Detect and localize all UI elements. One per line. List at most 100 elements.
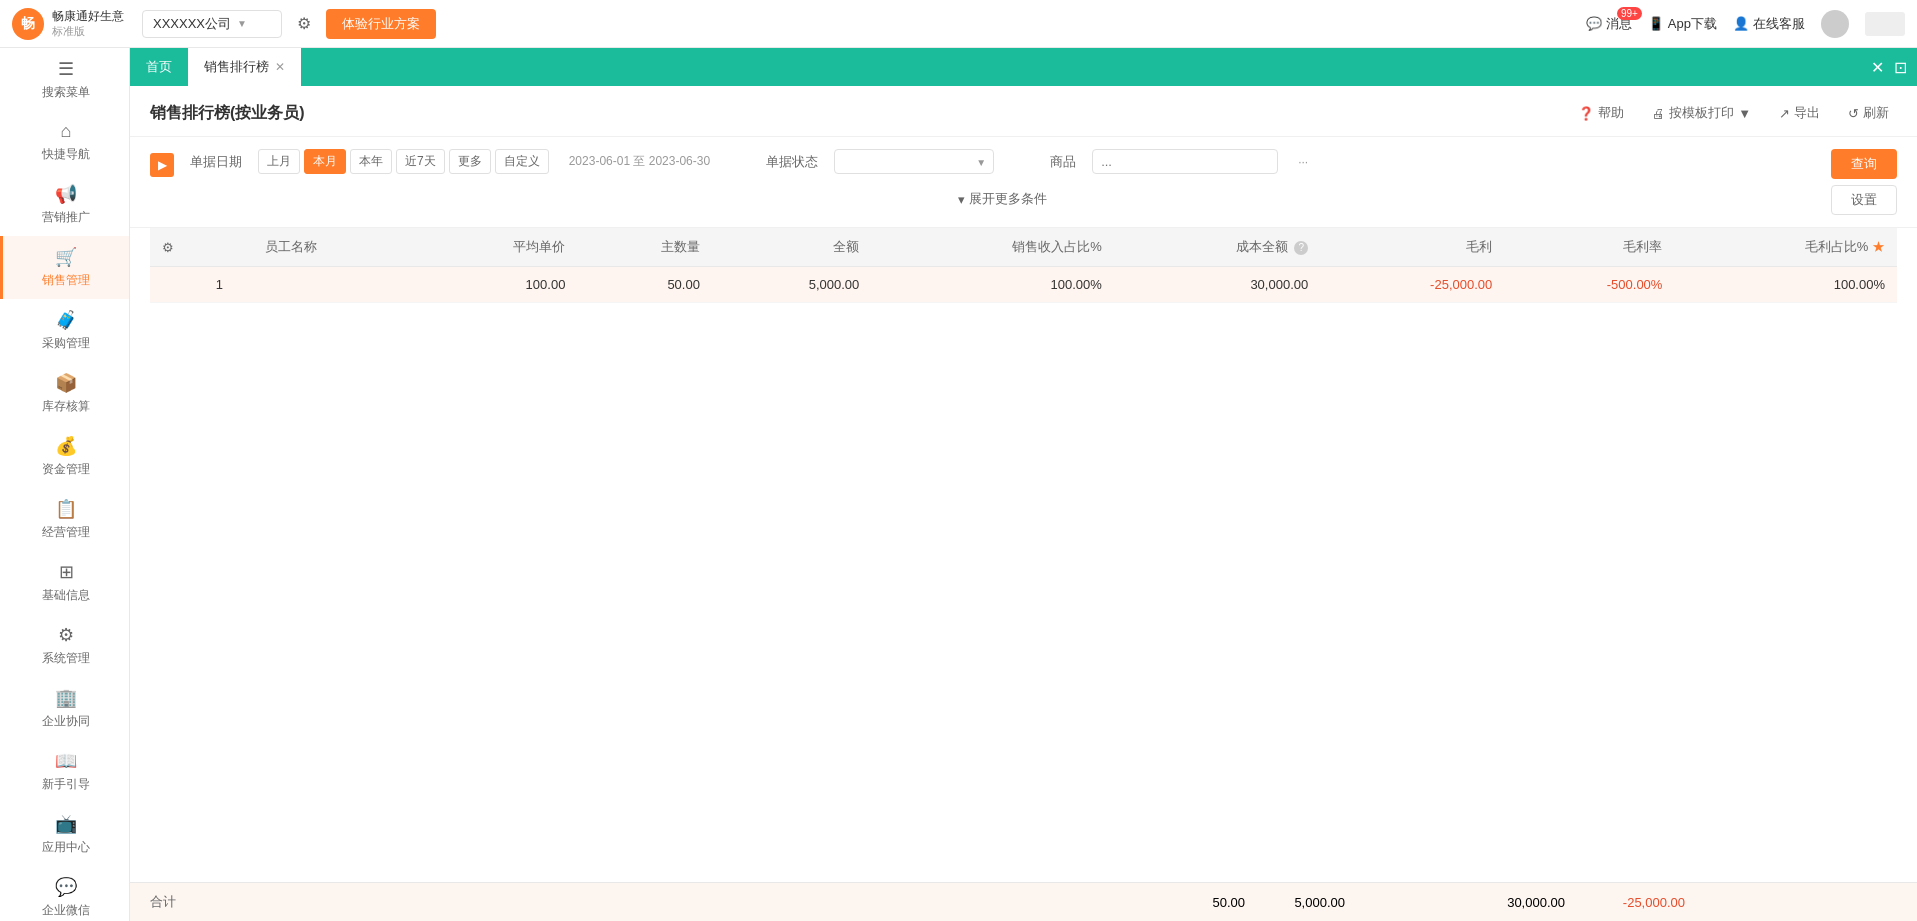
sidebar-item-search-order[interactable]: ☰ 搜索菜单 <box>0 48 129 111</box>
sidebar: ☰ 搜索菜单 ⌂ 快捷导航 📢 营销推广 🛒 销售管理 🧳 采购管理 📦 库存核… <box>0 48 130 921</box>
tab-maximize-button[interactable]: ⊡ <box>1894 58 1907 77</box>
row-profit-pct-cell: 100.00% <box>1674 267 1897 303</box>
sidebar-item-marketing[interactable]: 📢 营销推广 <box>0 173 129 236</box>
sidebar-item-wechat[interactable]: 💬 企业微信 <box>0 866 129 921</box>
app-download-button[interactable]: 📱 App下载 <box>1648 15 1717 33</box>
table-header-profit-rate: 毛利率 <box>1504 228 1674 267</box>
capital-icon: 💰 <box>55 435 77 457</box>
brand-logo: 畅 <box>12 8 44 40</box>
tab-sales-rank[interactable]: 销售排行榜 ✕ <box>188 48 301 86</box>
sidebar-item-inventory[interactable]: 📦 库存核算 <box>0 362 129 425</box>
service-icon: 👤 <box>1733 16 1749 31</box>
quick-nav-icon: ⌂ <box>61 121 72 142</box>
table-header-settings[interactable]: ⚙ <box>150 228 186 267</box>
current-year-btn[interactable]: 本年 <box>350 149 392 174</box>
help-button[interactable]: ❓ 帮助 <box>1570 100 1632 126</box>
row-employee-cell <box>253 267 415 303</box>
page-content: 销售排行榜(按业务员) ❓ 帮助 🖨 按模板打印 ▼ ↗ 导出 <box>130 86 1917 921</box>
table-header-profit-pct: 毛利占比% ★ <box>1674 228 1897 267</box>
messages-button[interactable]: 💬 消息 99+ <box>1586 15 1632 33</box>
row-settings-cell <box>150 267 186 303</box>
inventory-icon: 📦 <box>55 372 77 394</box>
table-footer: 合计 50.00 5,000.00 30,000.00 -25,000.00 <box>130 882 1917 921</box>
page-title: 销售排行榜(按业务员) <box>150 103 305 124</box>
sidebar-item-newbie[interactable]: 📖 新手引导 <box>0 740 129 803</box>
message-badge: 99+ <box>1617 7 1642 20</box>
enterprise-icon: 🏢 <box>55 687 77 709</box>
table-row: 1 100.00 50.00 5,000.00 100.00% 30,000.0… <box>150 267 1897 303</box>
filter-row-1: 单据日期 上月 本月 本年 近7天 更多 自定义 2023-06-01 至 20… <box>190 149 1815 174</box>
export-icon: ↗ <box>1779 106 1790 121</box>
tab-close-window-button[interactable]: ✕ <box>1871 58 1884 77</box>
sidebar-item-purchase[interactable]: 🧳 采购管理 <box>0 299 129 362</box>
sidebar-item-quick-nav[interactable]: ⌂ 快捷导航 <box>0 111 129 173</box>
row-profit-cell: -25,000.00 <box>1320 267 1504 303</box>
content-area: 首页 销售排行榜 ✕ ✕ ⊡ 销售排行榜(按业务员) ❓ 帮助 <box>130 48 1917 921</box>
industry-solution-button[interactable]: 体验行业方案 <box>326 9 436 39</box>
footer-cost: 30,000.00 <box>1457 895 1577 910</box>
filter-expand-icon[interactable]: ▶ <box>150 153 174 177</box>
tab-home[interactable]: 首页 <box>130 48 188 86</box>
sidebar-item-appcenter[interactable]: 📺 应用中心 <box>0 803 129 866</box>
sidebar-item-enterprise[interactable]: 🏢 企业协同 <box>0 677 129 740</box>
operation-icon: 📋 <box>55 498 77 520</box>
page-actions: ❓ 帮助 🖨 按模板打印 ▼ ↗ 导出 ↺ 刷新 <box>1570 100 1897 126</box>
search-order-icon: ☰ <box>58 58 74 80</box>
expand-more-row: ▾ 展开更多条件 <box>190 182 1815 208</box>
table-header-profit: 毛利 <box>1320 228 1504 267</box>
company-selector[interactable]: XXXXXX公司 ▼ <box>142 10 282 38</box>
sidebar-item-basic[interactable]: ⊞ 基础信息 <box>0 551 129 614</box>
current-month-btn[interactable]: 本月 <box>304 149 346 174</box>
row-sales-pct-cell: 100.00% <box>871 267 1114 303</box>
help-icon: ❓ <box>1578 106 1594 121</box>
export-button[interactable]: ↗ 导出 <box>1771 100 1828 126</box>
sidebar-item-capital[interactable]: 💰 资金管理 <box>0 425 129 488</box>
more-date-btn[interactable]: 更多 <box>449 149 491 174</box>
goods-input[interactable] <box>1092 149 1278 174</box>
online-service-button[interactable]: 👤 在线客服 <box>1733 15 1805 33</box>
sidebar-item-operation[interactable]: 📋 经营管理 <box>0 488 129 551</box>
template-print-button[interactable]: 🖨 按模板打印 ▼ <box>1644 100 1759 126</box>
row-rank-cell: 1 <box>186 267 253 303</box>
expand-more-button[interactable]: ▾ 展开更多条件 <box>958 190 1047 208</box>
table-header-avg-price: 平均单价 <box>415 228 577 267</box>
print-dropdown-icon: ▼ <box>1738 106 1751 121</box>
company-dropdown-arrow: ▼ <box>237 18 247 29</box>
page-header: 销售排行榜(按业务员) ❓ 帮助 🖨 按模板打印 ▼ ↗ 导出 <box>130 86 1917 137</box>
cost-help-icon[interactable]: ? <box>1294 241 1308 255</box>
last-month-btn[interactable]: 上月 <box>258 149 300 174</box>
tab-bar: 首页 销售排行榜 ✕ ✕ ⊡ <box>130 48 1917 86</box>
basic-icon: ⊞ <box>59 561 74 583</box>
refresh-button[interactable]: ↺ 刷新 <box>1840 100 1897 126</box>
sidebar-item-sales[interactable]: 🛒 销售管理 <box>0 236 129 299</box>
brand-text: 畅康通好生意 标准版 <box>52 9 124 39</box>
settings-icon-button[interactable]: ⚙ <box>290 10 318 38</box>
tab-bar-right: ✕ ⊡ <box>1871 58 1917 77</box>
user-avatar[interactable] <box>1821 10 1849 38</box>
last-7-days-btn[interactable]: 近7天 <box>396 149 445 174</box>
table-header-sales-pct: 销售收入占比% <box>871 228 1114 267</box>
appcenter-icon: 📺 <box>55 813 77 835</box>
custom-date-btn[interactable]: 自定义 <box>495 149 549 174</box>
header-right: 💬 消息 99+ 📱 App下载 👤 在线客服 <box>1586 10 1905 38</box>
newbie-icon: 📖 <box>55 750 77 772</box>
tab-close-icon[interactable]: ✕ <box>275 61 285 73</box>
main-layout: ☰ 搜索菜单 ⌂ 快捷导航 📢 营销推广 🛒 销售管理 🧳 采购管理 📦 库存核… <box>0 48 1917 921</box>
profit-pct-star: ★ <box>1872 239 1885 254</box>
sidebar-item-system[interactable]: ⚙ 系统管理 <box>0 614 129 677</box>
table-header-cost: 成本全额 ? <box>1114 228 1320 267</box>
footer-amount: 5,000.00 <box>1257 895 1357 910</box>
row-amount-cell: 5,000.00 <box>712 267 871 303</box>
status-select-wrap <box>834 149 994 174</box>
refresh-icon: ↺ <box>1848 106 1859 121</box>
expand-chevron-icon: ▾ <box>958 192 965 207</box>
row-avg-price-cell: 100.00 <box>415 267 577 303</box>
system-icon: ⚙ <box>58 624 74 646</box>
status-select[interactable] <box>834 149 994 174</box>
table-header-employee: 员工名称 <box>253 228 415 267</box>
filter-settings-button[interactable]: 设置 <box>1831 185 1897 215</box>
message-icon: 💬 <box>1586 16 1602 31</box>
row-cost-cell: 30,000.00 <box>1114 267 1320 303</box>
row-profit-rate-cell: -500.00% <box>1504 267 1674 303</box>
query-button[interactable]: 查询 <box>1831 149 1897 179</box>
